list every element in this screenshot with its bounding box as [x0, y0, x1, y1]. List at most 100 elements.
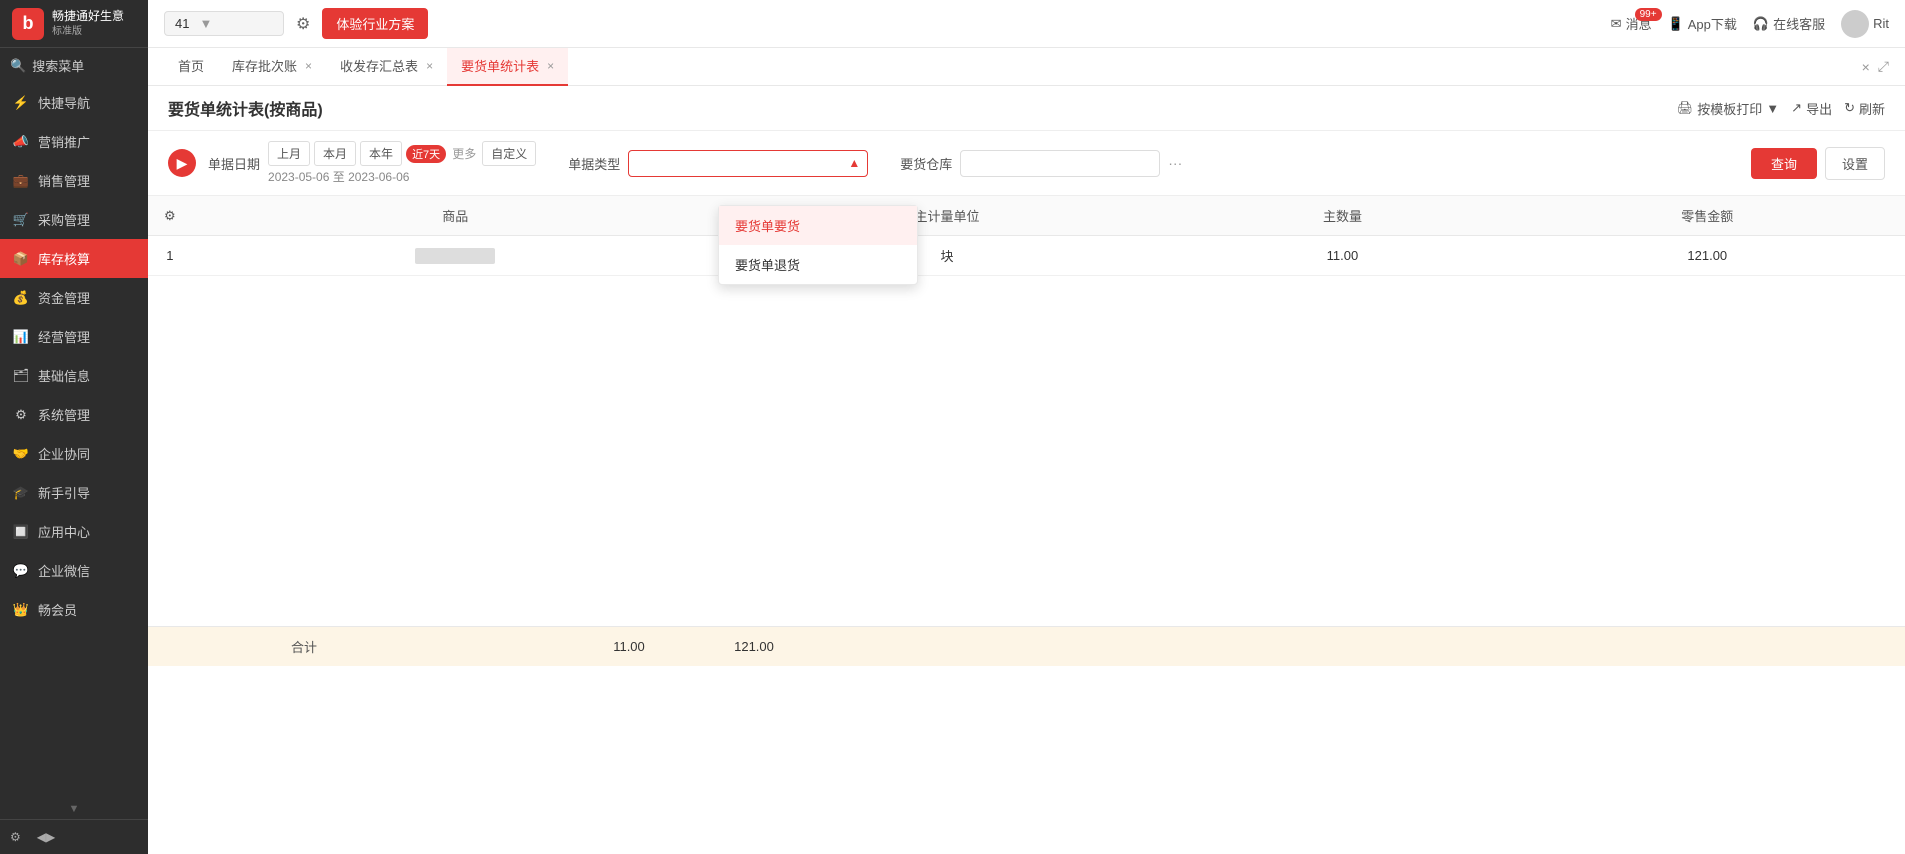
print-btn[interactable]: 🖨 按模板打印 ▼: [1677, 99, 1779, 118]
tab-batch-close[interactable]: ×: [305, 59, 312, 73]
th-sales-amount: 零售金额: [1510, 196, 1905, 236]
export-btn[interactable]: ↗ 导出: [1791, 99, 1832, 118]
inventory-icon: 📦: [12, 250, 30, 268]
th-settings[interactable]: ⚙: [148, 196, 192, 236]
close-window-btn[interactable]: ×: [1862, 59, 1870, 75]
print-dropdown-icon[interactable]: ▼: [1766, 101, 1779, 116]
sidebar-item-system[interactable]: ⚙ 系统管理: [0, 395, 148, 434]
date-btns: 上月 本月 本年 近7天 更多 自定义: [268, 141, 536, 166]
nav-label: 系统管理: [38, 405, 90, 424]
th-quantity: 主数量: [1175, 196, 1509, 236]
system-icon: ⚙: [12, 406, 30, 424]
tab-home[interactable]: 首页: [164, 48, 218, 86]
guide-icon: 🎓: [12, 484, 30, 502]
filter-more-icon[interactable]: ···: [1168, 155, 1182, 171]
tab-order-stats[interactable]: 要货单统计表 ×: [447, 48, 568, 86]
app-download-label: App下载: [1688, 14, 1737, 33]
gear-icon[interactable]: ⚙: [296, 14, 310, 34]
date-btn-this-year[interactable]: 本年: [360, 141, 402, 166]
date-badge-7days[interactable]: 近7天: [406, 145, 446, 163]
date-btn-last-month[interactable]: 上月: [268, 141, 310, 166]
th-product: 商品: [192, 196, 719, 236]
tab-shipment-summary[interactable]: 收发存汇总表 ×: [326, 48, 447, 86]
search-label: 搜索菜单: [32, 56, 84, 75]
dropdown-option-yaohuo[interactable]: 要货单要货: [719, 206, 917, 245]
collapse-btn[interactable]: ◀▶: [37, 830, 55, 844]
tab-shipment-close[interactable]: ×: [426, 59, 433, 73]
refresh-btn[interactable]: ↻ 刷新: [1844, 99, 1885, 118]
user-area[interactable]: Rit: [1841, 10, 1889, 38]
company-value: 41: [175, 16, 189, 31]
page-title: 要货单统计表(按商品): [168, 96, 323, 120]
data-table: ⚙ 商品 主计量单位 主数量 零售金额 1: [148, 196, 1905, 276]
filter-settings-btn[interactable]: 设置: [1825, 147, 1885, 180]
app-download-btn[interactable]: 📱 App下载: [1668, 14, 1737, 33]
messages-btn[interactable]: ✉ 消息 99+: [1611, 14, 1652, 33]
scroll-down-indicator[interactable]: ▼: [69, 803, 80, 815]
service-label: 在线客服: [1773, 14, 1825, 33]
industry-btn[interactable]: 体验行业方案: [322, 8, 428, 39]
quick-nav-icon: ⚡: [12, 94, 30, 112]
main-content: 41 ▼ ⚙ 体验行业方案 ✉ 消息 99+ 📱 App下载 🎧 在线客服 Ri…: [148, 0, 1905, 854]
tab-order-stats-close[interactable]: ×: [547, 59, 554, 73]
sidebar-item-base[interactable]: 🗂 基础信息: [0, 356, 148, 395]
sidebar-item-quick-nav[interactable]: ⚡ 快捷导航: [0, 83, 148, 122]
logo-text: 畅捷通好生意 标准版: [52, 9, 124, 38]
date-filter-label: 单据日期: [208, 154, 260, 173]
tab-shipment-label: 收发存汇总表: [340, 56, 418, 75]
sidebar-item-guide[interactable]: 🎓 新手引导: [0, 473, 148, 512]
sidebar-item-sales[interactable]: 💼 销售管理: [0, 161, 148, 200]
page-header: 要货单统计表(按商品) 🖨 按模板打印 ▼ ↗ 导出 ↻ 刷新: [148, 86, 1905, 131]
date-more-badge[interactable]: 更多: [452, 145, 476, 162]
purchase-icon: 🛒: [12, 211, 30, 229]
cell-product: [192, 236, 719, 276]
online-service-btn[interactable]: 🎧 在线客服: [1753, 14, 1825, 33]
nav-label: 库存核算: [38, 249, 90, 268]
sidebar-item-purchase[interactable]: 🛒 采购管理: [0, 200, 148, 239]
dropdown-option-tuihuo[interactable]: 要货单退货: [719, 245, 917, 284]
nav-label: 经营管理: [38, 327, 90, 346]
nav-label: 基础信息: [38, 366, 90, 385]
print-icon: 🖨: [1677, 100, 1694, 116]
sidebar-item-app-center[interactable]: 🔲 应用中心: [0, 512, 148, 551]
sidebar-bottom: ⚙ ◀▶: [0, 819, 148, 854]
sidebar-item-finance[interactable]: 💰 资金管理: [0, 278, 148, 317]
footer-total-label: 合计: [291, 640, 317, 655]
print-label: 按模板打印: [1697, 99, 1762, 118]
date-filter-group: 单据日期 上月 本月 本年 近7天 更多 自定义 2023-05-06 至 20…: [208, 141, 536, 185]
marketing-icon: 📣: [12, 133, 30, 151]
messages-badge: 99+: [1635, 8, 1662, 21]
company-selector[interactable]: 41 ▼: [164, 11, 284, 36]
selector-chevron-icon: ▼: [199, 16, 212, 31]
warehouse-filter-input[interactable]: [960, 150, 1160, 177]
tab-bar-right: × ⤢: [1862, 58, 1889, 75]
sidebar-item-operations[interactable]: 📊 经营管理: [0, 317, 148, 356]
page-area: 要货单统计表(按商品) 🖨 按模板打印 ▼ ↗ 导出 ↻ 刷新: [148, 86, 1905, 854]
footer-sales: 121.00: [694, 639, 814, 654]
wechat-icon: 💬: [12, 562, 30, 580]
filter-expand-btn[interactable]: ▶: [168, 149, 196, 177]
type-filter-input[interactable]: [628, 150, 868, 177]
nav-label: 企业协同: [38, 444, 90, 463]
date-custom-btn[interactable]: 自定义: [482, 141, 536, 166]
collab-icon: 🤝: [12, 445, 30, 463]
export-label: 导出: [1806, 99, 1832, 118]
sidebar-item-wechat[interactable]: 💬 企业微信: [0, 551, 148, 590]
expand-icon: ▶: [177, 155, 188, 172]
type-dropdown-menu: 要货单要货 要货单退货: [718, 205, 918, 285]
user-avatar: [1841, 10, 1869, 38]
type-input-container: ▲: [628, 150, 868, 177]
sidebar-item-vip[interactable]: 👑 畅会员: [0, 590, 148, 629]
sidebar-item-inventory[interactable]: 📦 库存核算: [0, 239, 148, 278]
tab-batch-account-label: 库存批次账: [232, 56, 297, 75]
sidebar-item-collab[interactable]: 🤝 企业协同: [0, 434, 148, 473]
expand-window-btn[interactable]: ⤢: [1878, 58, 1889, 75]
search-menu[interactable]: 🔍 搜索菜单: [0, 48, 148, 83]
table-row: 1 块 11.00 121.00: [148, 236, 1905, 276]
sidebar-item-marketing[interactable]: 📣 营销推广: [0, 122, 148, 161]
tab-batch-account[interactable]: 库存批次账 ×: [218, 48, 326, 86]
settings-bottom-btn[interactable]: ⚙: [10, 830, 21, 844]
query-btn[interactable]: 查询: [1751, 148, 1817, 179]
warehouse-filter-group: 要货仓库 ···: [900, 150, 1182, 177]
date-btn-this-month[interactable]: 本月: [314, 141, 356, 166]
